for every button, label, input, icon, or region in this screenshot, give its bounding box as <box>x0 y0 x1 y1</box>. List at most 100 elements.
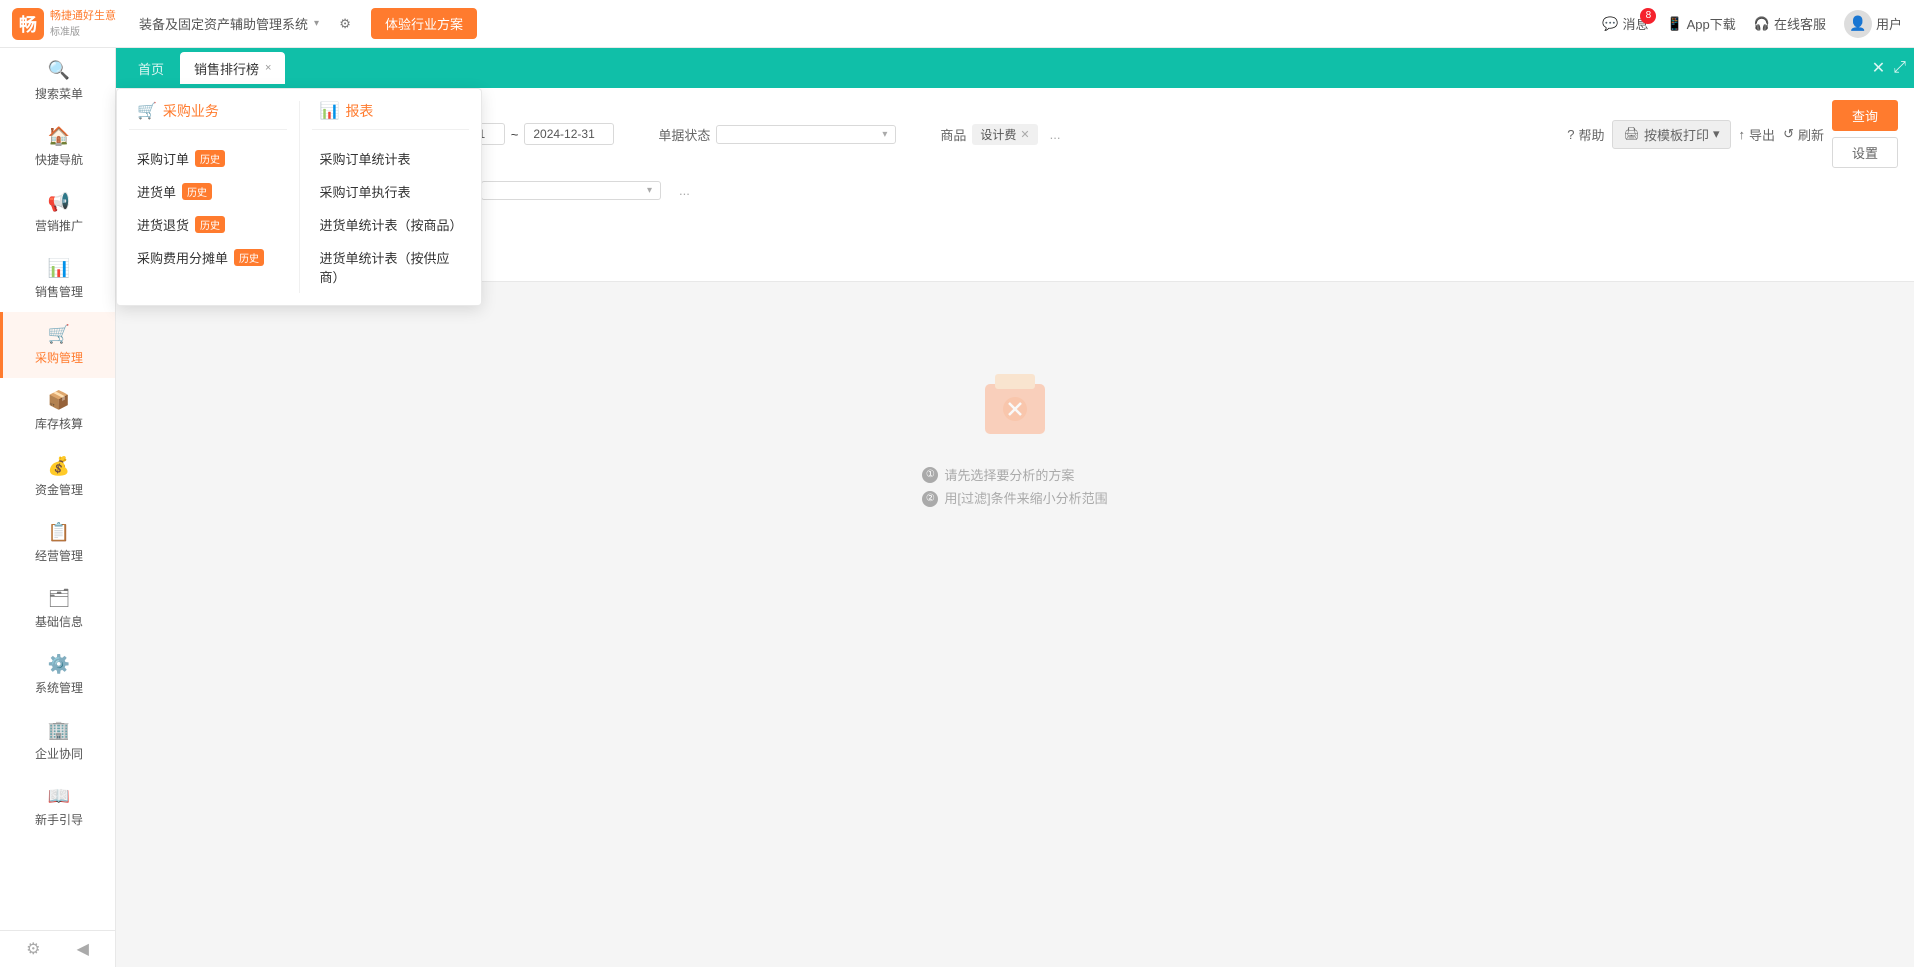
app-download-button[interactable]: 📱 App下载 <box>1666 14 1735 33</box>
refresh-icon: ↺ <box>1783 126 1794 142</box>
product-more-dots[interactable]: ... <box>1044 125 1067 144</box>
help-button[interactable]: ? 帮助 <box>1567 125 1604 144</box>
sidebar-item-marketing[interactable]: 📢 营销推广 <box>0 180 115 246</box>
sidebar-icon-guide: 📖 <box>48 786 70 807</box>
empty-step-1: ① 请先选择要分析的方案 <box>922 464 1107 487</box>
sidebar-item-inventory[interactable]: 📦 库存核算 <box>0 378 115 444</box>
sidebar-item-quicknav[interactable]: 🏠 快捷导航 <box>0 114 115 180</box>
message-button[interactable]: 💬 消息 8 <box>1602 14 1648 33</box>
purchase-dropdown-menu: 🛒 采购业务 采购订单历史进货单历史进货退货历史采购费用分摊单历史 📊 报表 采… <box>116 88 482 306</box>
sidebar: 🔍 搜索菜单🏠 快捷导航📢 营销推广📊 销售管理🛒 采购管理📦 库存核算💰 资金… <box>0 48 116 967</box>
report-item-采购订单统计表[interactable]: 采购订单统计表 <box>312 142 470 175</box>
report-item-进货单统计表（按商品）[interactable]: 进货单统计表（按商品） <box>312 208 470 241</box>
empty-step-2: ② 用[过滤]条件来缩小分析范围 <box>922 487 1107 510</box>
tab-home[interactable]: 首页 <box>124 52 178 84</box>
empty-state: ① 请先选择要分析的方案 ② 用[过滤]条件来缩小分析范围 <box>116 282 1914 582</box>
date-to-value: 2024-12-31 <box>533 127 594 141</box>
sidebar-label-marketing: 营销推广 <box>35 217 83 234</box>
sidebar-label-enterprise: 企业协同 <box>35 745 83 762</box>
export-label: 导出 <box>1749 125 1775 144</box>
hist-badge: 历史 <box>195 216 225 233</box>
logo-area: 畅 畅捷通好生意 标准版 <box>12 8 127 40</box>
sidebar-item-finance[interactable]: 💰 资金管理 <box>0 444 115 510</box>
sidebar-icon-search: 🔍 <box>48 60 70 81</box>
export-icon: ↑ <box>1739 127 1746 142</box>
query-button[interactable]: 查询 <box>1832 100 1898 131</box>
logo-sub: 标准版 <box>50 23 116 38</box>
sidebar-item-guide[interactable]: 📖 新手引导 <box>0 774 115 840</box>
menu-item-label: 采购费用分摊单 <box>137 248 228 267</box>
sidebar-icon-operation: 📋 <box>48 522 70 543</box>
sidebar-icon-sales: 📊 <box>48 258 70 279</box>
doc-status-label: 单据状态 <box>658 125 710 144</box>
close-tab-icon[interactable]: ✕ <box>1872 58 1885 78</box>
sidebar-item-sales[interactable]: 📊 销售管理 <box>0 246 115 312</box>
product-tag-remove[interactable]: ✕ <box>1020 128 1029 141</box>
top-bar: 畅 畅捷通好生意 标准版 装备及固定资产辅助管理系统 ▾ ⚙ 体验行业方案 💬 … <box>0 0 1914 48</box>
sidebar-item-search[interactable]: 🔍 搜索菜单 <box>0 48 115 114</box>
settings-bottom-icon[interactable]: ⚙ <box>26 939 40 959</box>
user-label: 用户 <box>1876 14 1902 33</box>
print-arrow: ▾ <box>1713 126 1720 142</box>
report-item-采购订单执行表[interactable]: 采购订单执行表 <box>312 175 470 208</box>
report-item-进货单统计表（按供应商）[interactable]: 进货单统计表（按供应商） <box>312 241 470 293</box>
product-tag-value: 设计费 <box>980 126 1016 143</box>
toolbar-right: ? 帮助 🖨 按模板打印 ▾ ↑ 导出 ↺ <box>1567 100 1898 168</box>
menu-item-label: 采购订单执行表 <box>320 182 411 201</box>
report-title-text: 报表 <box>345 101 373 121</box>
step-num-1: ① <box>922 467 938 483</box>
phone-icon: 📱 <box>1666 16 1682 32</box>
step-num-2: ② <box>922 491 938 507</box>
salesman-dots[interactable]: ... <box>673 181 696 200</box>
user-button[interactable]: 👤 用户 <box>1844 10 1902 38</box>
tab-label-sales_rank: 销售排行榜 <box>194 59 259 78</box>
print-button[interactable]: 🖨 按模板打印 ▾ <box>1612 120 1730 149</box>
print-icon: 🖨 <box>1623 126 1640 142</box>
refresh-label: 刷新 <box>1798 125 1824 144</box>
report-title-icon: 📊 <box>320 101 340 121</box>
sidebar-item-enterprise[interactable]: 🏢 企业协同 <box>0 708 115 774</box>
export-button[interactable]: ↑ 导出 <box>1739 125 1776 144</box>
salesman-select[interactable]: ▾ <box>481 181 661 200</box>
gear-button[interactable]: ⚙ <box>331 10 359 38</box>
sidebar-item-basic[interactable]: 🗂 基础信息 <box>0 576 115 642</box>
purchase-item-采购订单[interactable]: 采购订单历史 <box>129 142 287 175</box>
sidebar-icon-purchase: 🛒 <box>48 324 70 345</box>
sidebar-item-operation[interactable]: 📋 经营管理 <box>0 510 115 576</box>
sidebar-icon-marketing: 📢 <box>48 192 70 213</box>
sidebar-label-search: 搜索菜单 <box>35 85 83 102</box>
empty-step1-text: 请先选择要分析的方案 <box>944 464 1074 487</box>
purchase-report-title: 📊 报表 <box>312 101 470 130</box>
menu-item-label: 采购订单 <box>137 149 189 168</box>
help-icon: ? <box>1567 127 1574 142</box>
sidebar-item-purchase[interactable]: 🛒 采购管理 <box>0 312 115 378</box>
tab-label-home: 首页 <box>138 59 164 78</box>
refresh-button[interactable]: ↺ 刷新 <box>1783 125 1824 144</box>
collapse-sidebar-icon[interactable]: ◀ <box>77 939 89 959</box>
doc-status-select[interactable]: ▾ <box>716 125 896 144</box>
system-title[interactable]: 装备及固定资产辅助管理系统 ▾ <box>139 14 319 33</box>
print-label: 按模板打印 <box>1644 125 1709 144</box>
sidebar-label-inventory: 库存核算 <box>35 415 83 432</box>
purchase-item-进货退货[interactable]: 进货退货历史 <box>129 208 287 241</box>
hist-badge: 历史 <box>195 150 225 167</box>
menu-item-label: 进货单统计表（按供应商） <box>320 248 462 286</box>
settings-button[interactable]: 设置 <box>1832 137 1898 168</box>
sidebar-label-basic: 基础信息 <box>35 613 83 630</box>
industry-button[interactable]: 体验行业方案 <box>371 8 477 39</box>
product-tag: 设计费 ✕ <box>972 124 1037 145</box>
tab-bar-right: ✕ ⤢ <box>1872 58 1906 78</box>
sidebar-label-system: 系统管理 <box>35 679 83 696</box>
tab-close-sales_rank[interactable]: × <box>265 62 271 74</box>
empty-text: ① 请先选择要分析的方案 ② 用[过滤]条件来缩小分析范围 <box>922 464 1107 511</box>
purchase-item-采购费用分摊单[interactable]: 采购费用分摊单历史 <box>129 241 287 274</box>
sidebar-item-system[interactable]: ⚙️ 系统管理 <box>0 642 115 708</box>
purchase-item-进货单[interactable]: 进货单历史 <box>129 175 287 208</box>
logo-text: 畅捷通好生意 <box>50 9 116 23</box>
sidebar-label-quicknav: 快捷导航 <box>35 151 83 168</box>
date-to-input[interactable]: 2024-12-31 <box>524 123 614 145</box>
online-service-button[interactable]: 🎧 在线客服 <box>1754 14 1826 33</box>
sidebar-icon-basic: 🗂 <box>48 588 71 609</box>
tab-sales_rank[interactable]: 销售排行榜 × <box>180 52 285 84</box>
expand-icon[interactable]: ⤢ <box>1893 59 1906 77</box>
